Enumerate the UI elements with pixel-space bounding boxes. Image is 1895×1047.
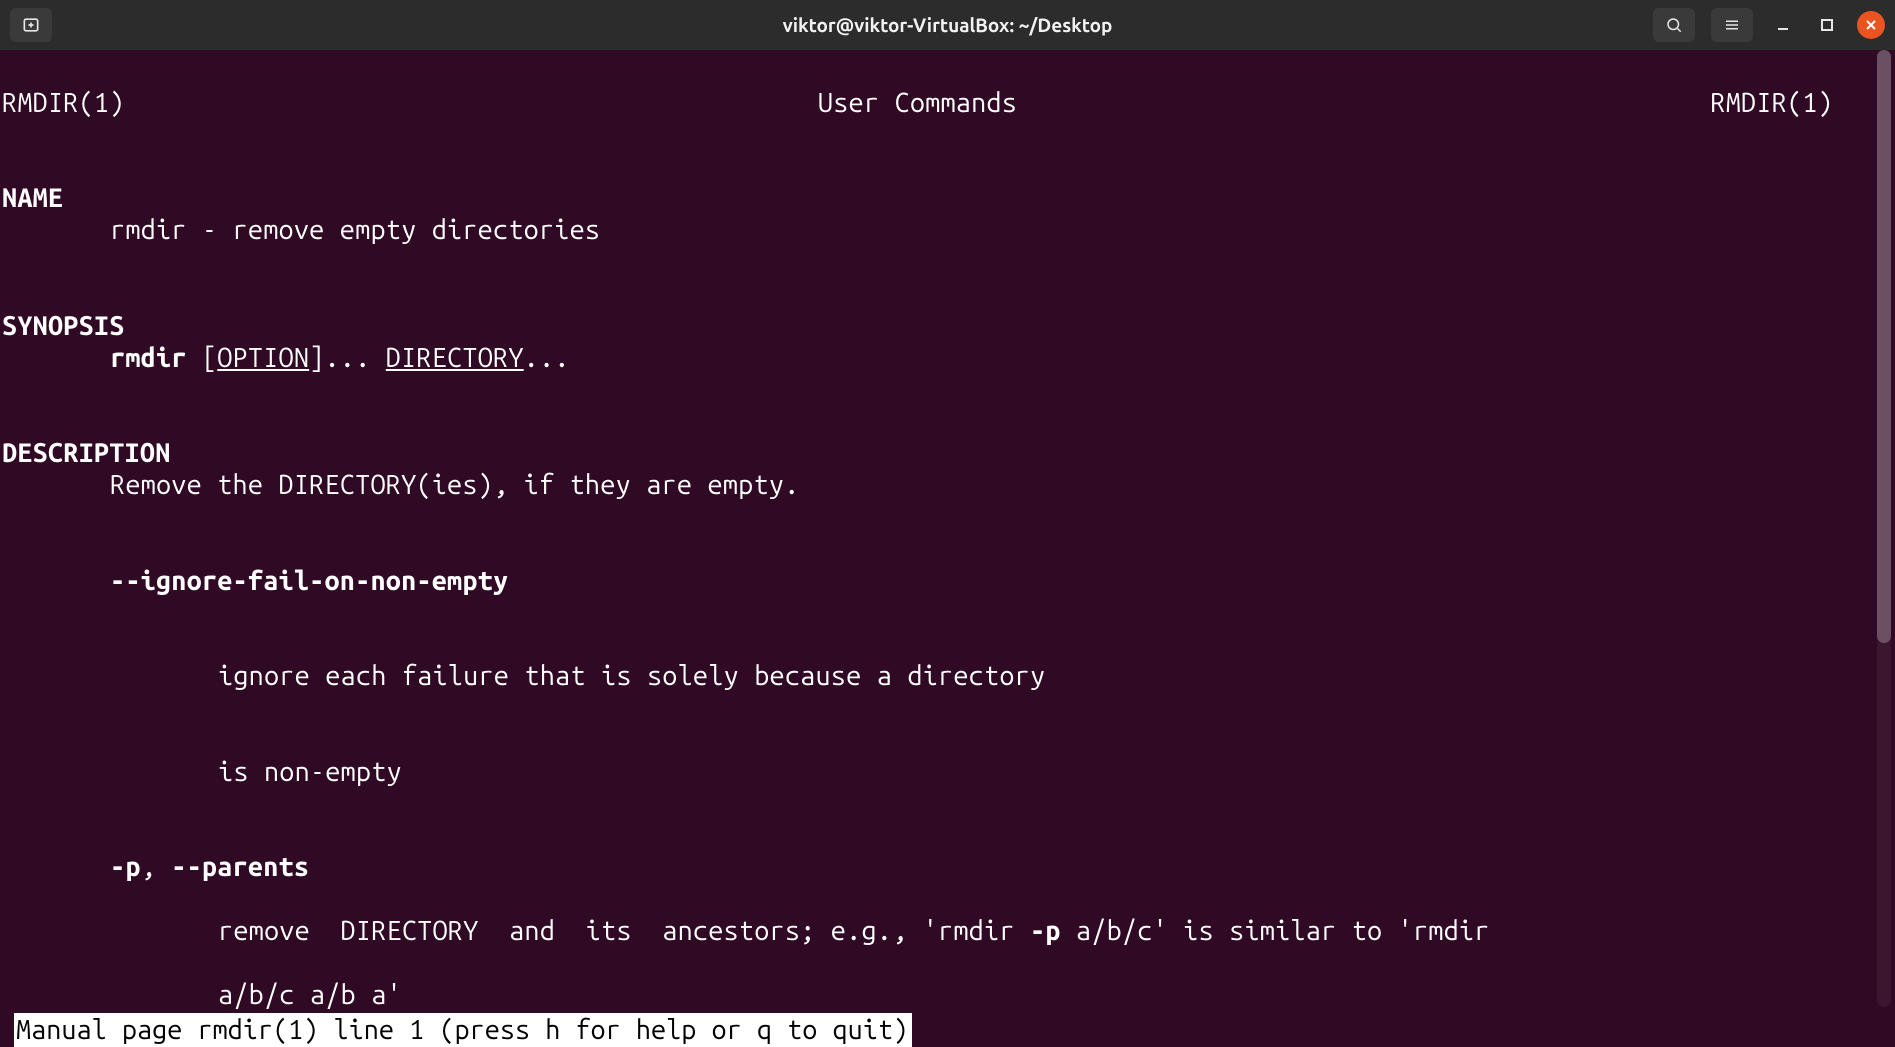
- synopsis-command: rmdir: [110, 343, 187, 373]
- synopsis-text: [: [187, 343, 218, 373]
- section-heading-synopsis: SYNOPSIS: [2, 311, 125, 341]
- description-line: Remove the DIRECTORY(ies), if they are e…: [2, 470, 1893, 502]
- manpage-header-center: User Commands: [818, 88, 1017, 120]
- synopsis-directory: DIRECTORY: [386, 343, 524, 373]
- terminal-viewport[interactable]: RMDIR(1) User Commands RMDIR(1) NAME rmdir…: [0, 50, 1895, 1047]
- titlebar-right: [1653, 8, 1885, 42]
- option-parents-desc: remove DIRECTORY and its ancestors; e.g.…: [2, 916, 1893, 948]
- option-parents-desc-bold: -p: [1030, 916, 1061, 946]
- manpage-content: RMDIR(1) User Commands RMDIR(1) NAME rmdir…: [0, 50, 1895, 1047]
- option-sep: ,: [141, 852, 172, 882]
- titlebar-left: [0, 8, 52, 42]
- search-button[interactable]: [1653, 8, 1695, 42]
- new-tab-button[interactable]: [10, 8, 52, 42]
- synopsis-text: ]...: [309, 343, 386, 373]
- manpage-header-left: RMDIR(1): [2, 88, 125, 120]
- manpage-header-right: RMDIR(1): [1710, 88, 1833, 120]
- option-parents-flag: -p, --parents: [2, 852, 1893, 884]
- synopsis-line: rmdir [OPTION]... DIRECTORY...: [2, 343, 1893, 375]
- option-p-long: --parents: [171, 852, 309, 882]
- manpage-header-row: RMDIR(1) User Commands RMDIR(1): [2, 88, 1893, 120]
- minimize-button[interactable]: [1769, 11, 1797, 39]
- synopsis-text: ...: [524, 343, 570, 373]
- vertical-scrollbar[interactable]: [1877, 50, 1891, 1007]
- man-status-line: Manual page rmdir(1) line 1 (press h for…: [14, 1013, 912, 1047]
- option-parents-desc-text: remove DIRECTORY and its ancestors; e.g.…: [218, 916, 1030, 946]
- option-p-short: -p: [110, 852, 141, 882]
- option-ignore-fail-desc: ignore each failure that is solely becau…: [2, 661, 1893, 693]
- window-title: viktor@viktor-VirtualBox: ~/Desktop: [783, 14, 1113, 36]
- section-heading-description: DESCRIPTION: [2, 438, 171, 468]
- option-ignore-fail-flag: --ignore-fail-on-non-empty: [2, 566, 1893, 598]
- maximize-button[interactable]: [1813, 11, 1841, 39]
- option-parents-desc-text: a/b/c' is similar to 'rmdir: [1061, 916, 1490, 946]
- hamburger-menu-button[interactable]: [1711, 8, 1753, 42]
- option-parents-desc: a/b/c a/b a': [2, 980, 1893, 1012]
- name-line: rmdir - remove empty directories: [2, 215, 1893, 247]
- section-heading-name: NAME: [2, 183, 63, 213]
- window-titlebar: viktor@viktor-VirtualBox: ~/Desktop: [0, 0, 1895, 50]
- scrollbar-thumb[interactable]: [1877, 50, 1891, 643]
- option-ignore-fail-desc: is non-empty: [2, 757, 1893, 789]
- close-button[interactable]: [1857, 11, 1885, 39]
- synopsis-option: OPTION: [217, 343, 309, 373]
